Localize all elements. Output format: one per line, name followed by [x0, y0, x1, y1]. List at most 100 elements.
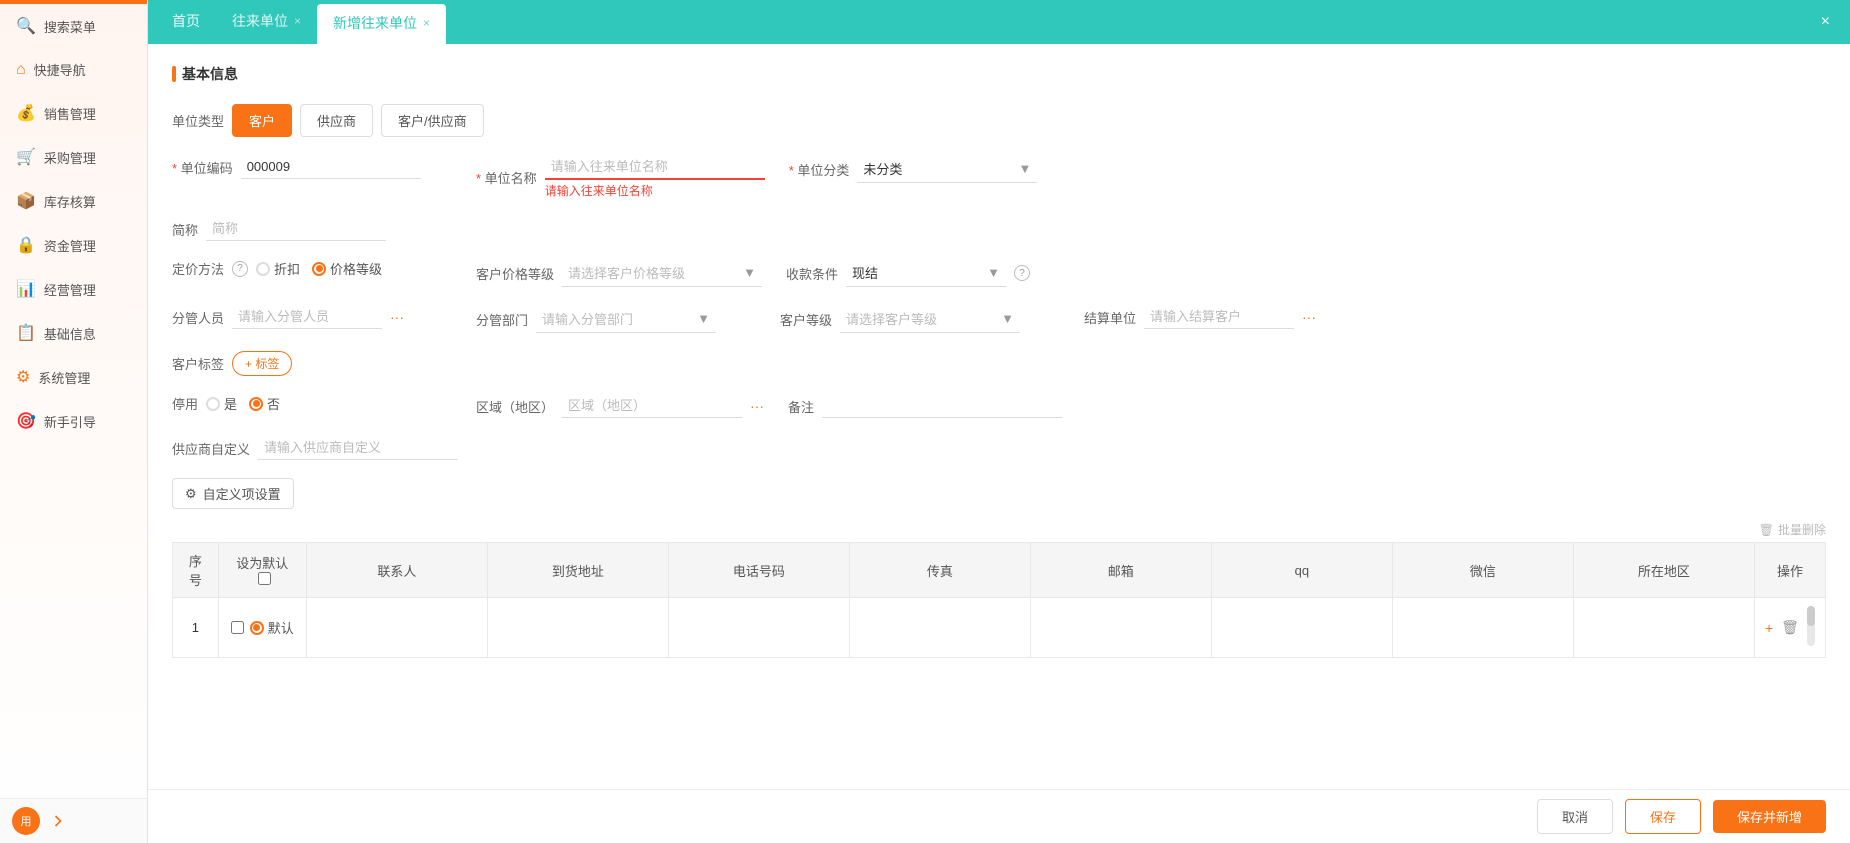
customer-price-select[interactable]: 请选择客户价格等级 ▼ [562, 259, 762, 287]
cell-action: + 🗑 [1754, 598, 1825, 658]
region-more-btn[interactable]: ··· [750, 398, 764, 414]
cell-region[interactable] [1573, 598, 1754, 658]
customer-price-field: 客户价格等级 请选择客户价格等级 ▼ [476, 259, 762, 287]
manager-input[interactable] [232, 305, 382, 329]
tab-new-partner-close[interactable]: × [423, 16, 430, 30]
section-title-bar [172, 66, 176, 82]
col-qq: qq [1211, 543, 1392, 598]
pricing-radio-group: 折扣 价格等级 [256, 259, 382, 278]
sidebar-item-search[interactable]: 🔍 搜索菜单 [0, 4, 147, 48]
tab-partners-close[interactable]: × [294, 14, 301, 28]
dept-select[interactable]: 请输入分管部门 ▼ [536, 305, 716, 333]
cell-qq[interactable] [1211, 598, 1392, 658]
sidebar-item-quick-nav[interactable]: ⌂ 快捷导航 [0, 48, 147, 91]
pricing-radio-level[interactable]: 价格等级 [312, 259, 382, 278]
dept-label: 分管部门 [476, 310, 528, 329]
unit-code-field: 单位编码 [172, 155, 452, 179]
cell-email[interactable] [1030, 598, 1211, 658]
custom-setting-button[interactable]: ⚙ 自定义项设置 [172, 478, 294, 509]
custom-setting-gear-icon: ⚙ [185, 486, 197, 502]
col-contact: 联系人 [306, 543, 487, 598]
btn-supplier[interactable]: 供应商 [300, 104, 373, 137]
row-region-input[interactable] [1584, 620, 1744, 635]
sidebar-item-guide[interactable]: 🎯 新手引导 [0, 399, 147, 443]
col-wechat: 微信 [1392, 543, 1573, 598]
dept-arrow-icon: ▼ [697, 311, 710, 326]
pricing-radio-discount[interactable]: 折扣 [256, 259, 300, 278]
sidebar-item-label: 基础信息 [44, 324, 96, 343]
cell-fax[interactable] [849, 598, 1030, 658]
pricing-help-icon[interactable]: ? [232, 261, 248, 277]
disabled-radio-no[interactable]: 否 [249, 394, 280, 413]
abbr-input[interactable] [206, 217, 386, 241]
remarks-input[interactable] [822, 394, 1062, 418]
customer-level-arrow-icon: ▼ [1001, 311, 1014, 326]
sidebar-item-inventory[interactable]: 📦 库存核算 [0, 179, 147, 223]
sidebar-item-operations[interactable]: 📊 经营管理 [0, 267, 147, 311]
scrollbar-thumb[interactable] [1807, 606, 1815, 626]
unit-category-arrow-icon: ▼ [1019, 161, 1032, 176]
sidebar-item-finance[interactable]: 🔒 资金管理 [0, 223, 147, 267]
qq-input[interactable] [1222, 620, 1382, 635]
sidebar-item-sales[interactable]: 💰 销售管理 [0, 91, 147, 135]
wechat-input[interactable] [1403, 620, 1563, 635]
sidebar-item-system[interactable]: ⚙ 系统管理 [0, 355, 147, 399]
tab-home[interactable]: 首页 [156, 0, 216, 44]
unit-category-select[interactable]: 未分类 ▼ [857, 155, 1037, 183]
customer-price-arrow-icon: ▼ [743, 265, 756, 280]
disabled-radio-group: 是 否 [206, 394, 280, 413]
customer-level-select[interactable]: 请选择客户等级 ▼ [840, 305, 1020, 333]
operations-icon: 📊 [16, 279, 36, 299]
email-input[interactable] [1041, 620, 1201, 635]
disabled-radio-yes[interactable]: 是 [206, 394, 237, 413]
cancel-button[interactable]: 取消 [1537, 799, 1613, 834]
manager-more-btn[interactable]: ··· [390, 309, 404, 325]
pricing-radio-discount-circle [256, 262, 270, 276]
tab-new-partner-label: 新增往来单位 [333, 13, 417, 33]
cell-phone[interactable] [668, 598, 849, 658]
cell-wechat[interactable] [1392, 598, 1573, 658]
region-input[interactable] [562, 394, 742, 418]
settlement-input[interactable] [1144, 305, 1294, 329]
settlement-more-btn[interactable]: ··· [1302, 309, 1316, 325]
batch-delete-button[interactable]: 🗑 批量删除 [1759, 521, 1826, 538]
unit-code-input[interactable] [241, 155, 421, 179]
pricing-level-label: 价格等级 [330, 259, 382, 278]
customer-level-placeholder: 请选择客户等级 [846, 309, 937, 328]
add-row-button[interactable]: + [1765, 620, 1773, 636]
btn-both[interactable]: 客户/供应商 [381, 104, 484, 137]
fax-input[interactable] [860, 620, 1020, 635]
sidebar-item-purchase[interactable]: 🛒 采购管理 [0, 135, 147, 179]
add-tag-button[interactable]: + 标签 [232, 351, 292, 376]
window-close-button[interactable]: × [1809, 0, 1842, 44]
sidebar-item-basic-info[interactable]: 📋 基础信息 [0, 311, 147, 355]
cell-address[interactable] [487, 598, 668, 658]
btn-customer[interactable]: 客户 [232, 104, 292, 137]
abbr-field: 简称 [172, 217, 452, 241]
phone-input[interactable] [679, 620, 839, 635]
expand-icon[interactable] [48, 811, 68, 831]
row-checkbox[interactable] [231, 621, 244, 634]
system-icon: ⚙ [16, 367, 30, 387]
save-button[interactable]: 保存 [1625, 799, 1701, 834]
sidebar-item-label: 库存核算 [44, 192, 96, 211]
tab-partners[interactable]: 往来单位 × [216, 0, 317, 44]
payment-terms-help-icon[interactable]: ? [1014, 265, 1030, 281]
payment-terms-select[interactable]: 现结 ▼ [846, 259, 1006, 287]
cell-contact[interactable] [306, 598, 487, 658]
unit-name-input[interactable] [545, 155, 765, 180]
unit-type-field: 单位类型 客户 供应商 客户/供应商 [172, 104, 484, 137]
select-all-checkbox[interactable] [258, 572, 271, 585]
tab-new-partner[interactable]: 新增往来单位 × [317, 4, 446, 44]
unit-name-error-text: 请输入往来单位名称 [545, 182, 765, 199]
delete-row-button[interactable]: 🗑 [1781, 619, 1799, 636]
payment-terms-field: 收款条件 现结 ▼ ? [786, 259, 1066, 287]
contact-input[interactable] [317, 620, 477, 635]
sidebar-item-label: 经营管理 [44, 280, 96, 299]
pricing-discount-label: 折扣 [274, 259, 300, 278]
save-and-new-button[interactable]: 保存并新增 [1713, 800, 1826, 833]
address-input[interactable] [498, 620, 658, 635]
supplier-custom-input[interactable] [258, 436, 458, 460]
default-radio[interactable]: 默认 [250, 618, 294, 637]
table-header: 序号 设为默认 联系人 到货地址 电话号码 传真 邮箱 qq 微信 所在地区 操… [173, 543, 1826, 598]
